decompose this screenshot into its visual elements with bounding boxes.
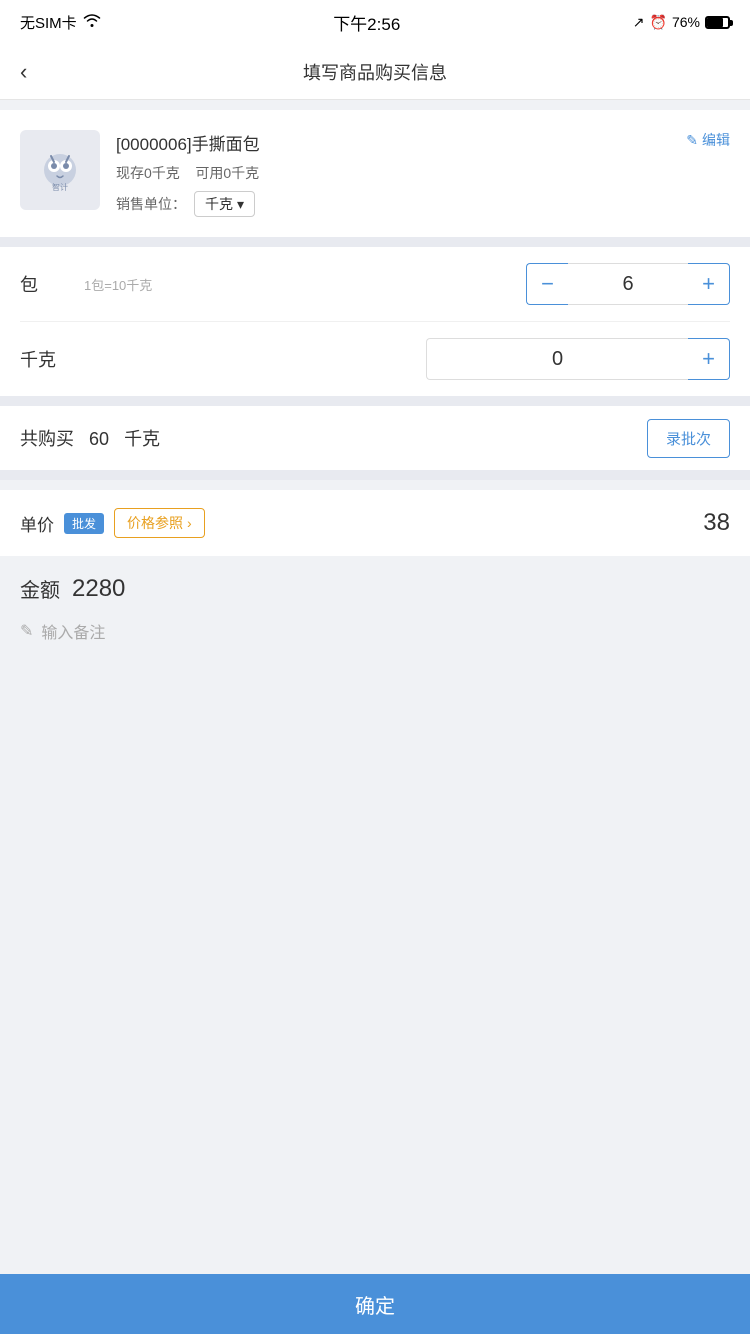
- quantity-input-kg[interactable]: [426, 338, 688, 380]
- quantity-controls-kg: +: [426, 338, 730, 380]
- total-amount: 60: [89, 429, 109, 449]
- amount-value: 2280: [72, 575, 125, 603]
- page-title: 填写商品购买信息: [303, 59, 447, 85]
- increment-bao-button[interactable]: +: [688, 263, 730, 305]
- carrier-label: 无SIM卡: [20, 12, 77, 33]
- amount-label: 金额: [20, 574, 60, 603]
- edit-icon: ✎: [686, 132, 698, 149]
- alarm-icon: ⏰: [650, 14, 667, 31]
- quantity-controls-bao: − +: [526, 263, 730, 305]
- unit-select[interactable]: 千克 ▾: [194, 191, 255, 217]
- section-divider-2: [0, 396, 750, 406]
- batch-button[interactable]: 录批次: [647, 419, 730, 458]
- product-image: 智计: [20, 130, 100, 210]
- total-text: 共购买 60 千克: [20, 425, 160, 451]
- status-left: 无SIM卡: [20, 12, 101, 33]
- empty-space: [0, 643, 750, 963]
- product-name: [0000006]手撕面包: [116, 130, 730, 155]
- dropdown-arrow-icon: ▾: [237, 196, 244, 213]
- decrement-bao-button[interactable]: −: [526, 263, 568, 305]
- product-logo-icon: 智计: [35, 142, 85, 199]
- location-icon: ↗: [633, 14, 645, 31]
- section-divider-1: [0, 237, 750, 247]
- svg-text:智计: 智计: [52, 182, 68, 192]
- amount-row: 金额 2280: [20, 574, 730, 603]
- price-section: 单价 批发 价格参照 › 38: [0, 490, 750, 556]
- increment-kg-button[interactable]: +: [688, 338, 730, 380]
- section-divider-3: [0, 470, 750, 480]
- price-tag: 批发: [64, 513, 104, 534]
- pencil-icon: ✎: [20, 621, 33, 641]
- remark-row[interactable]: ✎ 输入备注: [20, 619, 730, 643]
- confirm-button[interactable]: 确定: [0, 1274, 750, 1334]
- nav-bar: ‹ 填写商品购买信息: [0, 44, 750, 100]
- price-row: 单价 批发 价格参照 › 38: [20, 508, 730, 538]
- amount-section: 金额 2280 ✎ 输入备注: [0, 556, 750, 643]
- remark-placeholder: 输入备注: [41, 619, 105, 643]
- price-label: 单价: [20, 511, 54, 536]
- quantity-section: 包 1包=10千克 − + 千克 +: [0, 247, 750, 396]
- back-button[interactable]: ‹: [20, 59, 27, 85]
- product-card: 智计 [0000006]手撕面包 现存0千克 可用0千克 销售单位： 千克 ▾ …: [0, 110, 750, 237]
- price-ref-button[interactable]: 价格参照 ›: [114, 508, 205, 538]
- total-section: 共购买 60 千克 录批次: [0, 406, 750, 470]
- status-time: 下午2:56: [333, 10, 400, 35]
- quantity-sublabel-bao: 1包=10千克: [84, 275, 526, 294]
- status-right: ↗ ⏰ 76%: [633, 14, 730, 31]
- battery-icon: [705, 14, 730, 30]
- wifi-icon: [83, 13, 101, 31]
- quantity-input-bao[interactable]: [568, 263, 688, 305]
- chevron-right-icon: ›: [187, 515, 192, 531]
- product-unit-row: 销售单位： 千克 ▾: [116, 191, 730, 217]
- edit-button[interactable]: ✎ 编辑: [686, 130, 730, 150]
- product-stock: 现存0千克 可用0千克: [116, 163, 730, 183]
- quantity-row-bao: 包 1包=10千克 − +: [20, 247, 730, 322]
- quantity-label-kg: 千克: [20, 346, 80, 372]
- battery-percent: 76%: [672, 14, 700, 30]
- product-info: [0000006]手撕面包 现存0千克 可用0千克 销售单位： 千克 ▾: [116, 130, 730, 217]
- quantity-label-bao: 包: [20, 271, 80, 297]
- quantity-row-kg: 千克 +: [20, 322, 730, 396]
- price-value: 38: [703, 509, 730, 537]
- status-bar: 无SIM卡 下午2:56 ↗ ⏰ 76%: [0, 0, 750, 44]
